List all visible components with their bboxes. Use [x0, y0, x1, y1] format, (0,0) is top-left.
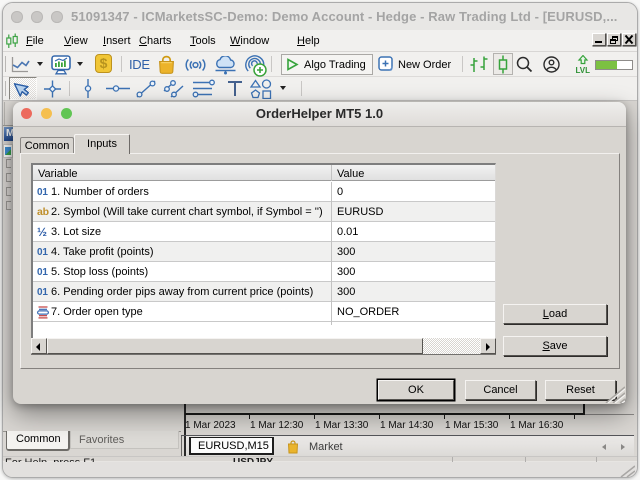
- svg-text:LVL: LVL: [576, 66, 591, 75]
